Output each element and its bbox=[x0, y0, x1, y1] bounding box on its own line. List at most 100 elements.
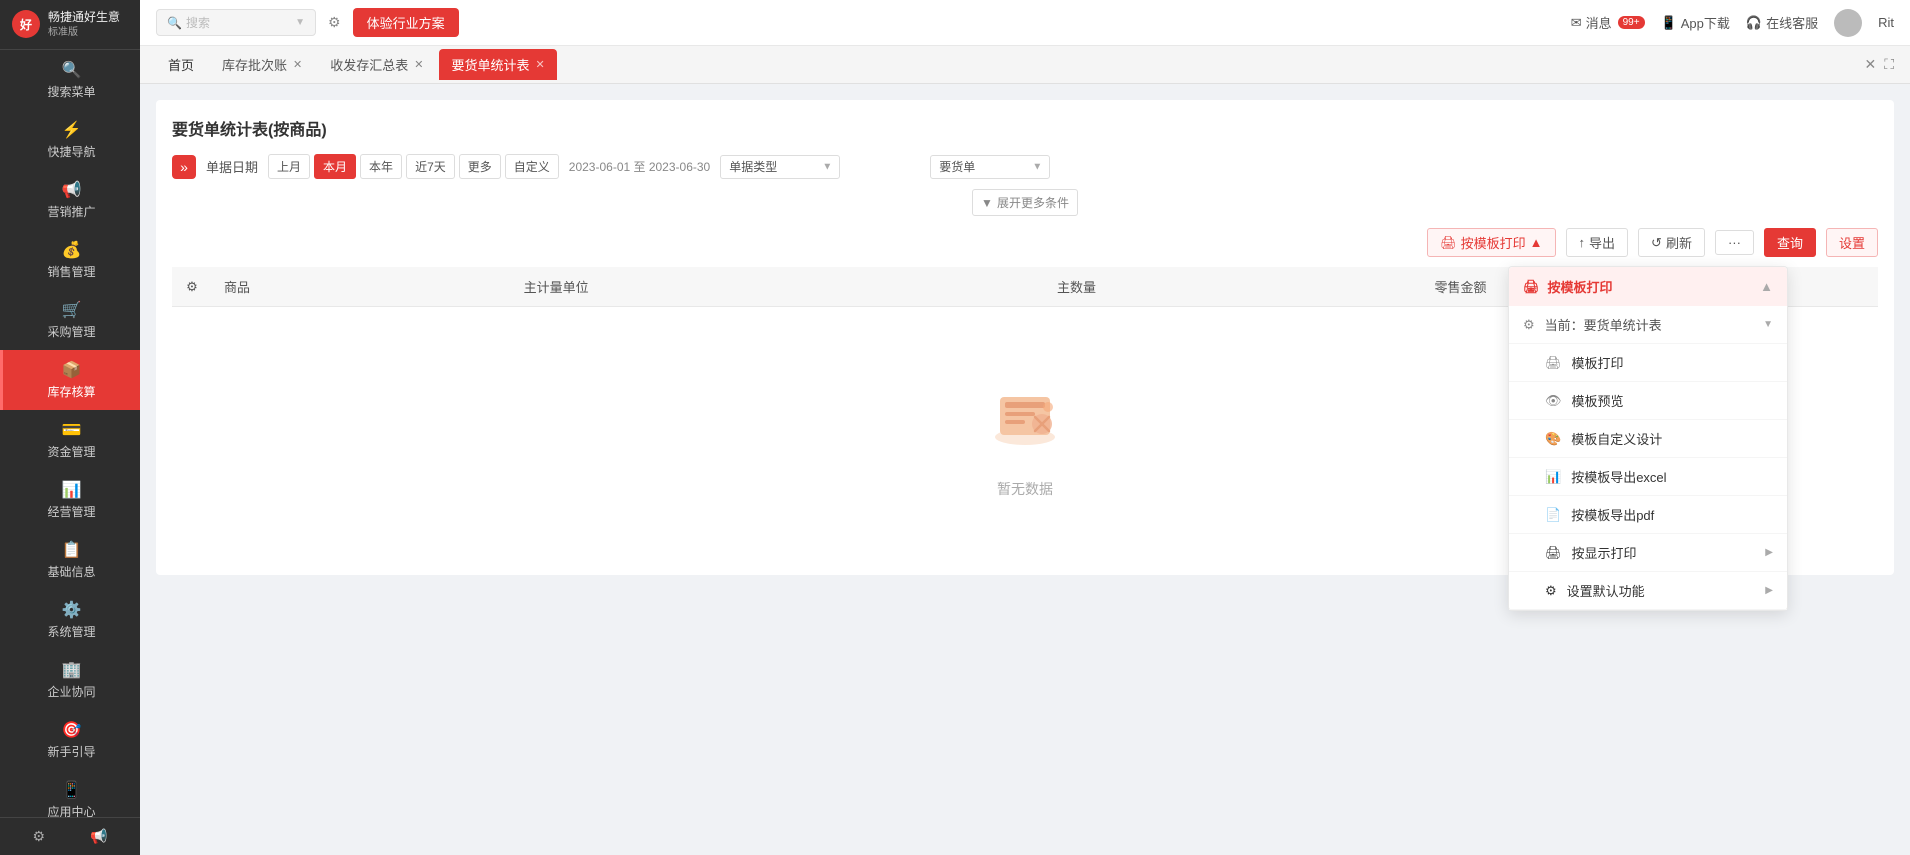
basic-info-icon: 📋 bbox=[62, 540, 82, 560]
expand-label: 展开更多条件 bbox=[997, 194, 1069, 211]
sidebar-label-basic-info: 基础信息 bbox=[47, 563, 95, 580]
dropdown-header-label: 按模板打印 bbox=[1548, 277, 1613, 296]
date-btn-more[interactable]: 更多 bbox=[459, 154, 501, 179]
settings-btn[interactable]: 设置 bbox=[1826, 228, 1878, 257]
date-btn-prev[interactable]: 上月 bbox=[268, 154, 310, 179]
settings-footer-icon[interactable]: ⚙ bbox=[33, 828, 46, 845]
speaker-footer-icon[interactable]: 📢 bbox=[90, 828, 107, 845]
sidebar-item-operations[interactable]: 📊经营管理 bbox=[0, 470, 140, 530]
sidebar-label-system: 系统管理 bbox=[47, 623, 95, 640]
export-pdf-label: 按模板导出pdf bbox=[1571, 505, 1654, 524]
date-range-container: 2023-06-01 至 2023-06-30 bbox=[569, 158, 710, 175]
sidebar: 好 畅捷通好生意 标准版 🔍搜索菜单⚡快捷导航📢营销推广💰销售管理🛒采购管理📦库… bbox=[0, 0, 140, 855]
sidebar-label-operations: 经营管理 bbox=[47, 503, 95, 520]
dropdown-display-print[interactable]: 🖨 按显示打印 ▶ bbox=[1509, 534, 1787, 572]
dropdown-sub-left-display: 🖨 按显示打印 bbox=[1545, 543, 1637, 562]
tab-label-home: 首页 bbox=[168, 55, 194, 74]
filter-toggle-btn[interactable]: » bbox=[172, 155, 196, 179]
industry-btn[interactable]: 体验行业方案 bbox=[353, 8, 459, 37]
date-btn-custom[interactable]: 自定义 bbox=[505, 154, 559, 179]
display-print-icon: 🖨 bbox=[1545, 545, 1562, 561]
more-btn[interactable]: ··· bbox=[1715, 230, 1754, 255]
sidebar-item-app-center[interactable]: 📱应用中心 bbox=[0, 770, 140, 817]
query-btn[interactable]: 查询 bbox=[1764, 228, 1816, 257]
filter-bar: » 单据日期 上月本月本年近7天更多自定义 2023-06-01 至 2023-… bbox=[172, 154, 1878, 179]
dropdown-set-default[interactable]: ⚙ 设置默认功能 ▶ bbox=[1509, 572, 1787, 610]
sidebar-item-guide[interactable]: 🎯新手引导 bbox=[0, 710, 140, 770]
sidebar-label-sales: 销售管理 bbox=[47, 263, 95, 280]
search-icon: 🔍 bbox=[167, 16, 182, 30]
sidebar-item-system[interactable]: ⚙️ 系统管理 bbox=[0, 590, 140, 650]
tab-expand-icon[interactable]: ⛶ bbox=[1884, 56, 1894, 73]
print-arrow: ▲ bbox=[1530, 235, 1543, 250]
tabbar-right: ✕ ⛶ bbox=[1864, 56, 1894, 73]
online-service-btn[interactable]: 🎧 在线客服 bbox=[1746, 13, 1818, 32]
export-excel-label: 按模板导出excel bbox=[1571, 467, 1666, 486]
sidebar-item-basic-info[interactable]: 📋 基础信息 bbox=[0, 530, 140, 590]
topbar-gear-icon[interactable]: ⚙ bbox=[328, 14, 341, 31]
goods-select[interactable]: 要货单 bbox=[930, 155, 1050, 179]
print-dropdown: 🖨 按模板打印 ▲ ⚙ 当前：要货单统计表 ▼ 🖨模板打印 👁 模板预览 🎨模板自定义… bbox=[1508, 266, 1788, 611]
logo-icon: 好 bbox=[12, 10, 40, 38]
set-default-label: 设置默认功能 bbox=[1567, 581, 1645, 600]
sidebar-item-search[interactable]: 🔍搜索菜单 bbox=[0, 50, 140, 110]
tabbar: 首页库存批次账✕收发存汇总表✕要货单统计表✕ ✕ ⛶ bbox=[140, 46, 1910, 84]
sidebar-item-enterprise[interactable]: 🏢企业协同 bbox=[0, 650, 140, 710]
date-filter-label: 单据日期 bbox=[206, 157, 258, 176]
dropdown-current-item[interactable]: ⚙ 当前：要货单统计表 ▼ bbox=[1509, 306, 1787, 344]
dropdown-item-export-pdf[interactable]: 📄 按模板导出pdf bbox=[1509, 496, 1787, 534]
sidebar-item-finance[interactable]: 💳资金管理 bbox=[0, 410, 140, 470]
export-pdf-icon: 📄 bbox=[1545, 507, 1561, 523]
action-bar: 🖨 按模板打印 ▲ ↑ 导出 ↺ 刷新 ··· 查询 bbox=[172, 228, 1878, 257]
sidebar-item-inventory[interactable]: 📦库存核算 bbox=[0, 350, 140, 410]
sidebar-item-marketing[interactable]: 📢营销推广 bbox=[0, 170, 140, 230]
template-preview-icon: 👁 bbox=[1545, 393, 1562, 409]
dropdown-item-template-print[interactable]: 🖨模板打印 bbox=[1509, 344, 1787, 382]
export-btn[interactable]: ↑ 导出 bbox=[1566, 228, 1629, 257]
col-settings: ⚙ bbox=[172, 267, 212, 307]
tab-close-batch-account[interactable]: ✕ bbox=[293, 58, 302, 71]
system-icon: ⚙️ bbox=[62, 600, 82, 620]
dropdown-item-export-excel[interactable]: 📊按模板导出excel bbox=[1509, 458, 1787, 496]
sidebar-label-purchase: 采购管理 bbox=[47, 323, 95, 340]
tab-close-order-stats[interactable]: ✕ bbox=[536, 58, 545, 71]
type-select[interactable]: 单据类型 bbox=[720, 155, 840, 179]
display-print-arrow: ▶ bbox=[1765, 547, 1773, 558]
sidebar-label-enterprise: 企业协同 bbox=[47, 683, 95, 700]
template-design-label: 模板自定义设计 bbox=[1571, 429, 1662, 448]
col-unit: 主计量单位 bbox=[512, 267, 1045, 307]
sidebar-item-purchase[interactable]: 🛒采购管理 bbox=[0, 290, 140, 350]
user-avatar[interactable] bbox=[1834, 9, 1862, 37]
tab-receivable-summary[interactable]: 收发存汇总表✕ bbox=[318, 49, 435, 80]
date-btn-current[interactable]: 本月 bbox=[314, 154, 356, 179]
app-download-icon: 📱 bbox=[1661, 15, 1677, 31]
date-btn-7days[interactable]: 近7天 bbox=[406, 154, 455, 179]
date-btn-year[interactable]: 本年 bbox=[360, 154, 402, 179]
tab-close-receivable-summary[interactable]: ✕ bbox=[414, 58, 423, 71]
sidebar-label-quick-nav: 快捷导航 bbox=[47, 143, 95, 160]
username-label[interactable]: Rit bbox=[1878, 15, 1894, 30]
expand-conditions-btn[interactable]: ▼ 展开更多条件 bbox=[972, 189, 1078, 216]
tab-label-batch-account: 库存批次账 bbox=[222, 55, 287, 74]
message-icon: ✉ bbox=[1571, 15, 1582, 31]
topbar: 🔍 搜索 ▼ ⚙ 体验行业方案 ✉ 消息 99+ 📱 App下载 🎧 在线客服 … bbox=[140, 0, 1910, 46]
tab-batch-account[interactable]: 库存批次账 ✕ bbox=[210, 49, 314, 80]
dropdown-close-arrow[interactable]: ▲ bbox=[1760, 279, 1773, 294]
export-icon: ↑ bbox=[1579, 235, 1586, 250]
content-area: 要货单统计表(按商品) » 单据日期 上月本月本年近7天更多自定义 2023-0… bbox=[140, 84, 1910, 855]
sidebar-item-quick-nav[interactable]: ⚡快捷导航 bbox=[0, 110, 140, 170]
topbar-search-box[interactable]: 🔍 搜索 ▼ bbox=[156, 9, 316, 36]
app-download-btn[interactable]: 📱 App下载 bbox=[1661, 13, 1730, 32]
refresh-btn[interactable]: ↺ 刷新 bbox=[1638, 228, 1705, 257]
current-label: 当前：要货单统计表 bbox=[1545, 315, 1662, 334]
dropdown-item-template-preview[interactable]: 👁 模板预览 bbox=[1509, 382, 1787, 420]
template-preview-label: 模板预览 bbox=[1572, 391, 1624, 410]
tab-home[interactable]: 首页 bbox=[156, 49, 206, 80]
tab-close-all-icon[interactable]: ✕ bbox=[1864, 56, 1876, 73]
print-btn[interactable]: 🖨 按模板打印 ▲ bbox=[1427, 228, 1555, 257]
messages-btn[interactable]: ✉ 消息 99+ bbox=[1571, 13, 1645, 32]
dropdown-sub-left-default: ⚙ 设置默认功能 bbox=[1545, 581, 1645, 600]
dropdown-item-template-design[interactable]: 🎨模板自定义设计 bbox=[1509, 420, 1787, 458]
tab-order-stats[interactable]: 要货单统计表✕ bbox=[439, 49, 556, 80]
sidebar-item-sales[interactable]: 💰销售管理 bbox=[0, 230, 140, 290]
